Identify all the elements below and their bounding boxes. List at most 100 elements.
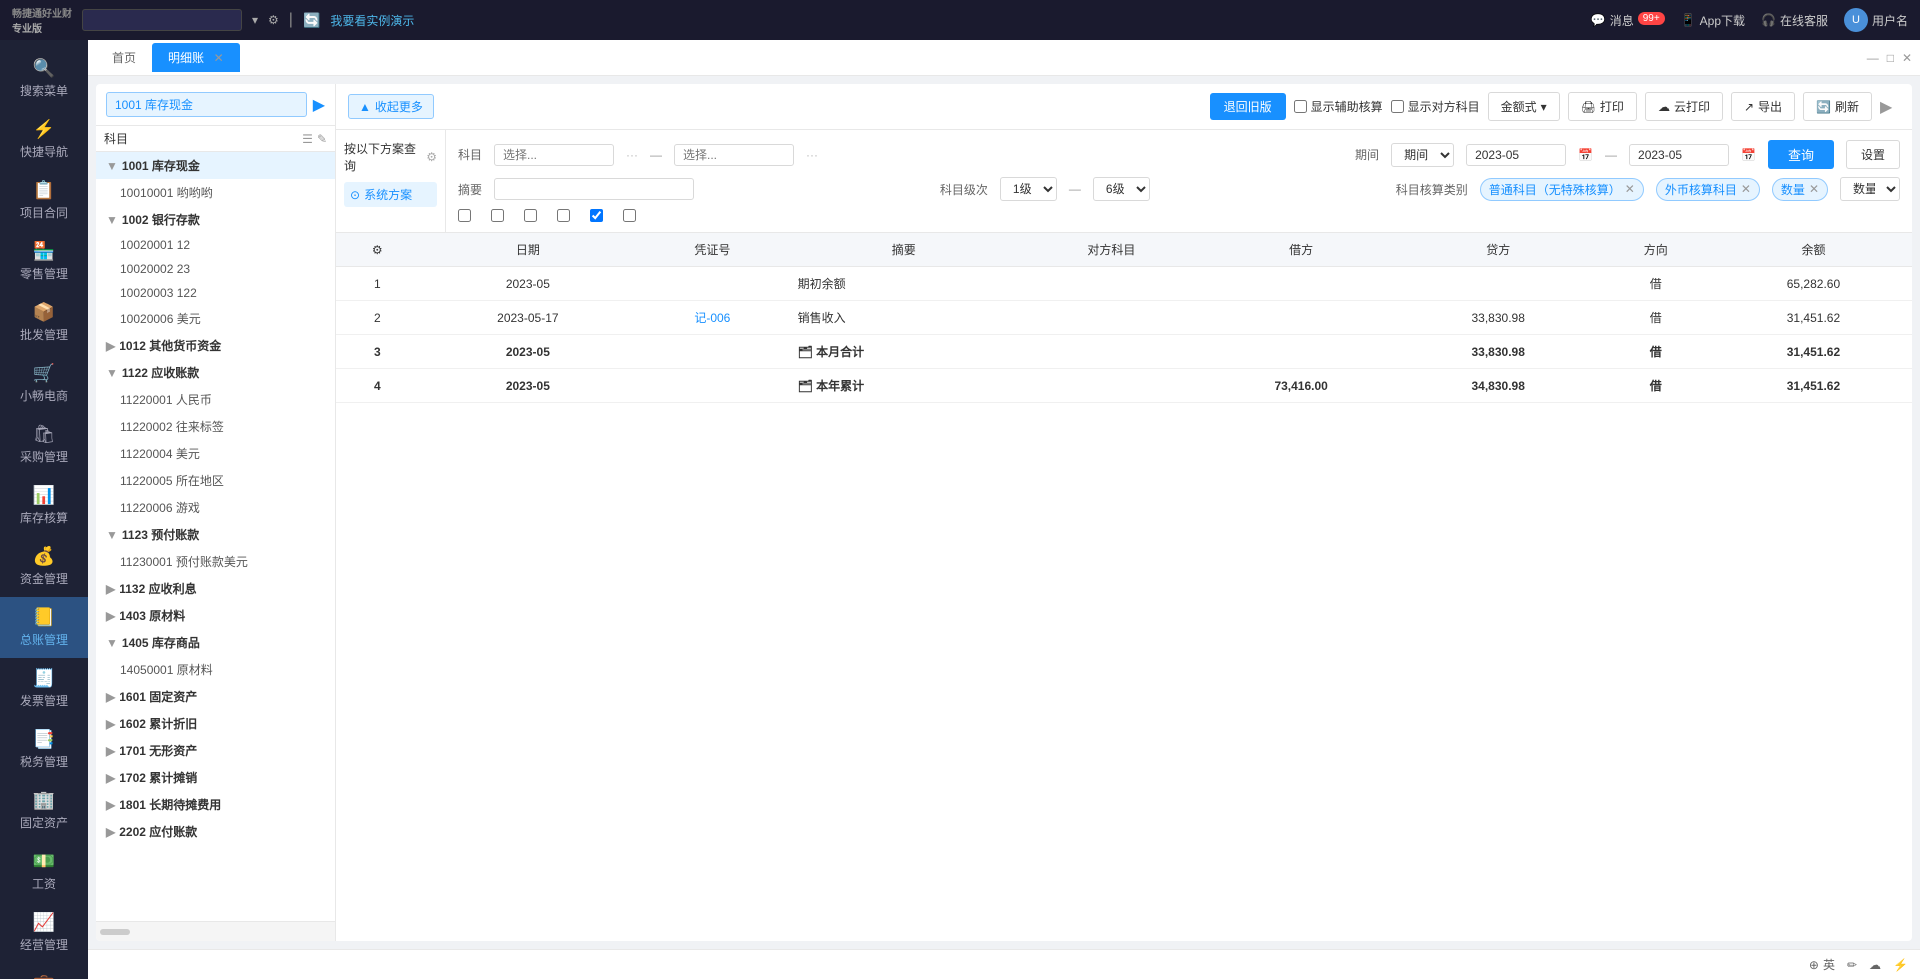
sidebar-item-operations[interactable]: 📈 经营管理: [0, 902, 88, 963]
account-item-1403[interactable]: ▶1403 原材料: [96, 602, 335, 629]
account-item-1122[interactable]: ▼1122 应收账款: [96, 359, 335, 386]
summary-input[interactable]: [494, 178, 694, 200]
checkbox-no-amount[interactable]: [524, 209, 541, 222]
search-input[interactable]: [82, 9, 242, 31]
tag-quantity-close[interactable]: ✕: [1809, 182, 1819, 196]
tree-toggle-1012[interactable]: ▶: [106, 339, 115, 353]
sidebar-item-retail[interactable]: 🏪 零售管理: [0, 231, 88, 292]
tree-toggle-1701[interactable]: ▶: [106, 744, 115, 758]
tree-toggle-1601[interactable]: ▶: [106, 690, 115, 704]
right-expand-icon[interactable]: ▶: [1880, 97, 1900, 117]
account-item-11220002[interactable]: 11220002 往来标签: [96, 413, 335, 440]
query-button[interactable]: 查询: [1768, 140, 1834, 169]
account-item-11220001[interactable]: 11220001 人民币: [96, 386, 335, 413]
account-list-view-icon[interactable]: ☰: [302, 132, 313, 146]
account-item-1002[interactable]: ▼1002 银行存款: [96, 206, 335, 233]
period-to-input[interactable]: [1629, 144, 1729, 166]
account-item-1001[interactable]: ▼1001 库存现金: [96, 152, 335, 179]
tree-toggle-1123[interactable]: ▼: [106, 528, 118, 542]
sidebar-item-search[interactable]: 🔍 搜索菜单: [0, 48, 88, 109]
account-list-refresh-icon[interactable]: ✎: [317, 132, 327, 146]
tabbar-close-icon[interactable]: ✕: [1902, 51, 1912, 65]
col-settings[interactable]: ⚙: [336, 233, 419, 267]
account-item-10020002[interactable]: 10020002 23: [96, 257, 335, 281]
sidebar-item-inventory[interactable]: 📊 库存核算: [0, 475, 88, 536]
tabbar-minimize-icon[interactable]: —: [1867, 51, 1879, 65]
account-item-2202[interactable]: ▶2202 应付账款: [96, 818, 335, 845]
row2-voucher[interactable]: 记-006: [637, 301, 787, 335]
sidebar-item-expense[interactable]: 💼 小畅报销: [0, 963, 88, 979]
account-item-1132[interactable]: ▶1132 应收利息: [96, 575, 335, 602]
account-item-10020003[interactable]: 10020003 122: [96, 281, 335, 305]
account-item-11220004[interactable]: 11220004 美元: [96, 440, 335, 467]
account-item-11220005[interactable]: 11220005 所在地区: [96, 467, 335, 494]
tree-toggle-1002[interactable]: ▼: [106, 213, 118, 227]
tree-toggle-1702[interactable]: ▶: [106, 771, 115, 785]
sidebar-item-project[interactable]: 📋 项目合同: [0, 170, 88, 231]
sidebar-item-ecommerce[interactable]: 🛒 小畅电商: [0, 353, 88, 414]
user-avatar[interactable]: U 用户名: [1844, 8, 1908, 32]
account-item-1405[interactable]: ▼1405 库存商品: [96, 629, 335, 656]
tree-toggle-1001[interactable]: ▼: [106, 159, 118, 173]
tag-quantity[interactable]: 数量 ✕: [1772, 178, 1828, 201]
checkbox-balance-one-col[interactable]: [590, 209, 607, 222]
selected-account-display[interactable]: 1001 库存现金: [106, 92, 307, 117]
refresh-button[interactable]: 🔄 刷新: [1803, 92, 1872, 121]
collapse-button[interactable]: ▲ 收起更多: [348, 94, 434, 119]
account-item-10010001[interactable]: 10010001 哟哟哟: [96, 179, 335, 206]
demo-link[interactable]: 我要看实例演示: [330, 12, 414, 29]
statusbar-flash-btn[interactable]: ⚡: [1893, 958, 1908, 972]
export-button[interactable]: ↗ 导出: [1731, 92, 1795, 121]
sidebar-item-invoice[interactable]: 🧾 发票管理: [0, 658, 88, 719]
subject-level-to-select[interactable]: 6级: [1093, 177, 1150, 201]
tree-toggle-1122[interactable]: ▼: [106, 366, 118, 380]
account-item-1123[interactable]: ▼1123 预付账款: [96, 521, 335, 548]
tabbar-maximize-icon[interactable]: □: [1887, 51, 1894, 65]
account-item-1702[interactable]: ▶1702 累计摊销: [96, 764, 335, 791]
account-item-1602[interactable]: ▶1602 累计折旧: [96, 710, 335, 737]
search-dropdown-icon[interactable]: ▾: [252, 13, 258, 27]
checkbox-opening-year[interactable]: [623, 209, 640, 222]
period-type-select[interactable]: 期间: [1391, 143, 1454, 167]
amount-format-button[interactable]: 金额式 ▾: [1488, 92, 1560, 121]
statusbar-lang-btn[interactable]: ⊕ 英: [1809, 956, 1835, 973]
filter-settings-icon[interactable]: ⚙: [426, 150, 437, 164]
quantity-dropdown[interactable]: 数量: [1840, 177, 1900, 201]
sidebar-item-finance[interactable]: 💰 资金管理: [0, 536, 88, 597]
tree-toggle-2202[interactable]: ▶: [106, 825, 115, 839]
account-item-10020006[interactable]: 10020006 美元: [96, 305, 335, 332]
tag-foreign-subject[interactable]: 外币核算科目 ✕: [1656, 178, 1760, 201]
show-aux-checkbox[interactable]: 显示辅助核算: [1294, 98, 1383, 115]
checkbox-hide-disabled[interactable]: [491, 209, 508, 222]
tree-toggle-1132[interactable]: ▶: [106, 582, 115, 596]
print-button[interactable]: 🖨 打印: [1568, 92, 1637, 121]
system-scheme-item[interactable]: ⊙ 系统方案: [344, 182, 437, 207]
period-calendar-icon[interactable]: 📅: [1578, 148, 1593, 162]
statusbar-cloud-btn[interactable]: ☁: [1869, 958, 1881, 972]
tree-toggle-1602[interactable]: ▶: [106, 717, 115, 731]
account-item-1701[interactable]: ▶1701 无形资产: [96, 737, 335, 764]
subject-from-input[interactable]: [494, 144, 614, 166]
tag-normal-close[interactable]: ✕: [1625, 182, 1635, 196]
tag-foreign-close[interactable]: ✕: [1741, 182, 1751, 196]
settings-icon[interactable]: ⚙: [268, 13, 279, 27]
app-download-button[interactable]: 📱 App下载: [1681, 12, 1745, 29]
checkbox-contra-subject[interactable]: [557, 209, 574, 222]
tab-detail[interactable]: 明细账 ✕: [152, 43, 240, 72]
tab-home[interactable]: 首页: [96, 43, 152, 72]
voucher-link[interactable]: 记-006: [694, 311, 730, 325]
message-button[interactable]: 💬 消息 99+: [1591, 12, 1665, 29]
account-item-14050001[interactable]: 14050001 原材料: [96, 656, 335, 683]
sidebar-item-purchase[interactable]: 🛍 采购管理: [0, 414, 88, 475]
tab-close-icon[interactable]: ✕: [214, 51, 224, 65]
sidebar-item-wholesale[interactable]: 📦 批发管理: [0, 292, 88, 353]
setting-button[interactable]: 设置: [1846, 140, 1900, 169]
col-settings-icon[interactable]: ⚙: [372, 243, 383, 257]
show-contra-checkbox[interactable]: 显示对方科目: [1391, 98, 1480, 115]
period-to-calendar-icon[interactable]: 📅: [1741, 148, 1756, 162]
back-old-version-button[interactable]: 退回旧版: [1210, 93, 1286, 120]
online-service-button[interactable]: 🎧 在线客服: [1761, 12, 1828, 29]
period-from-input[interactable]: [1466, 144, 1566, 166]
statusbar-edit-btn[interactable]: ✏: [1847, 958, 1857, 972]
tree-toggle-1403[interactable]: ▶: [106, 609, 115, 623]
